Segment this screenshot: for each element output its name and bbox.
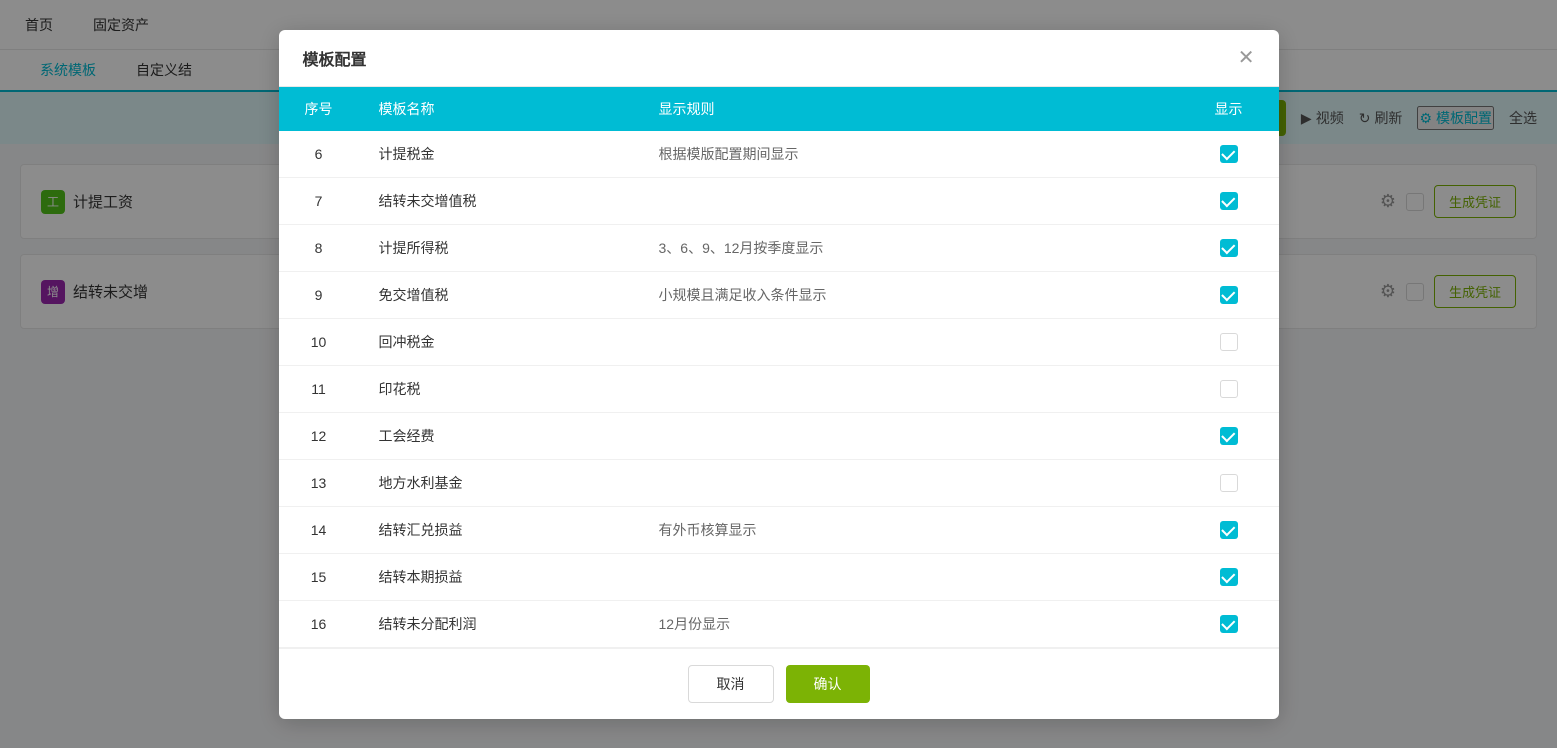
checkbox-container	[1195, 145, 1263, 163]
modal-title: 模板配置	[303, 46, 367, 70]
checkbox-unchecked[interactable]	[1220, 474, 1238, 492]
cell-rule	[639, 459, 1179, 506]
cell-seq: 12	[279, 412, 359, 459]
table-header: 序号 模板名称 显示规则 显示	[279, 87, 1279, 131]
checkbox-checked[interactable]	[1220, 427, 1238, 445]
cell-rule	[639, 365, 1179, 412]
modal-overlay: 模板配置 ✕ 序号 模板名称 显示规则 显示 6计提税金根据模版配置期间显示7结…	[0, 0, 1557, 748]
table-row: 8计提所得税3、6、9、12月按季度显示	[279, 224, 1279, 271]
checkbox-container	[1195, 192, 1263, 210]
cell-name: 结转本期损益	[359, 553, 639, 600]
cell-seq: 11	[279, 365, 359, 412]
cell-name: 计提税金	[359, 131, 639, 178]
checkbox-unchecked[interactable]	[1220, 333, 1238, 351]
cell-name: 结转未交增值税	[359, 177, 639, 224]
table-row: 11印花税	[279, 365, 1279, 412]
cell-name: 计提所得税	[359, 224, 639, 271]
cell-show	[1179, 365, 1279, 412]
cell-show	[1179, 224, 1279, 271]
table-row: 7结转未交增值税	[279, 177, 1279, 224]
config-table: 序号 模板名称 显示规则 显示 6计提税金根据模版配置期间显示7结转未交增值税8…	[279, 87, 1279, 648]
checkbox-container	[1195, 521, 1263, 539]
cell-seq: 14	[279, 506, 359, 553]
modal-header: 模板配置 ✕	[279, 30, 1279, 87]
checkbox-checked[interactable]	[1220, 239, 1238, 257]
cell-rule: 12月份显示	[639, 600, 1179, 647]
cell-show	[1179, 318, 1279, 365]
table-row: 15结转本期损益	[279, 553, 1279, 600]
cell-seq: 16	[279, 600, 359, 647]
cell-name: 工会经费	[359, 412, 639, 459]
cell-seq: 15	[279, 553, 359, 600]
cell-seq: 13	[279, 459, 359, 506]
col-rule: 显示规则	[639, 87, 1179, 131]
checkbox-container	[1195, 333, 1263, 351]
checkbox-checked[interactable]	[1220, 521, 1238, 539]
cell-seq: 6	[279, 131, 359, 178]
cell-show	[1179, 131, 1279, 178]
cell-name: 结转汇兑损益	[359, 506, 639, 553]
cell-seq: 7	[279, 177, 359, 224]
cell-name: 免交增值税	[359, 271, 639, 318]
col-name: 模板名称	[359, 87, 639, 131]
checkbox-checked[interactable]	[1220, 568, 1238, 586]
cell-show	[1179, 177, 1279, 224]
cell-name: 回冲税金	[359, 318, 639, 365]
cell-rule: 3、6、9、12月按季度显示	[639, 224, 1179, 271]
cell-show	[1179, 506, 1279, 553]
table-row: 12工会经费	[279, 412, 1279, 459]
cell-seq: 8	[279, 224, 359, 271]
cell-show	[1179, 553, 1279, 600]
table-body: 6计提税金根据模版配置期间显示7结转未交增值税8计提所得税3、6、9、12月按季…	[279, 131, 1279, 648]
cell-rule	[639, 177, 1179, 224]
cell-show	[1179, 459, 1279, 506]
checkbox-container	[1195, 568, 1263, 586]
cell-rule	[639, 412, 1179, 459]
table-row: 10回冲税金	[279, 318, 1279, 365]
cell-name: 结转未分配利润	[359, 600, 639, 647]
cell-rule	[639, 318, 1179, 365]
table-row: 13地方水利基金	[279, 459, 1279, 506]
table-row: 16结转未分配利润12月份显示	[279, 600, 1279, 647]
cell-rule: 有外币核算显示	[639, 506, 1179, 553]
checkbox-container	[1195, 615, 1263, 633]
checkbox-unchecked[interactable]	[1220, 380, 1238, 398]
checkbox-checked[interactable]	[1220, 286, 1238, 304]
table-row: 6计提税金根据模版配置期间显示	[279, 131, 1279, 178]
modal-body[interactable]: 序号 模板名称 显示规则 显示 6计提税金根据模版配置期间显示7结转未交增值税8…	[279, 87, 1279, 648]
modal-close-button[interactable]: ✕	[1238, 48, 1255, 68]
checkbox-container	[1195, 474, 1263, 492]
cell-show	[1179, 600, 1279, 647]
cell-name: 地方水利基金	[359, 459, 639, 506]
modal-template-config: 模板配置 ✕ 序号 模板名称 显示规则 显示 6计提税金根据模版配置期间显示7结…	[279, 30, 1279, 719]
cell-rule: 小规模且满足收入条件显示	[639, 271, 1179, 318]
cell-seq: 10	[279, 318, 359, 365]
col-seq: 序号	[279, 87, 359, 131]
table-row: 9免交增值税小规模且满足收入条件显示	[279, 271, 1279, 318]
cell-rule	[639, 553, 1179, 600]
table-row: 14结转汇兑损益有外币核算显示	[279, 506, 1279, 553]
checkbox-container	[1195, 380, 1263, 398]
checkbox-container	[1195, 286, 1263, 304]
cell-rule: 根据模版配置期间显示	[639, 131, 1179, 178]
cancel-button[interactable]: 取消	[688, 665, 774, 703]
confirm-button[interactable]: 确认	[786, 665, 870, 703]
col-show: 显示	[1179, 87, 1279, 131]
checkbox-checked[interactable]	[1220, 615, 1238, 633]
modal-footer: 取消 确认	[279, 648, 1279, 719]
checkbox-checked[interactable]	[1220, 192, 1238, 210]
checkbox-container	[1195, 239, 1263, 257]
cell-seq: 9	[279, 271, 359, 318]
cell-show	[1179, 412, 1279, 459]
cell-name: 印花税	[359, 365, 639, 412]
checkbox-checked[interactable]	[1220, 145, 1238, 163]
cell-show	[1179, 271, 1279, 318]
checkbox-container	[1195, 427, 1263, 445]
